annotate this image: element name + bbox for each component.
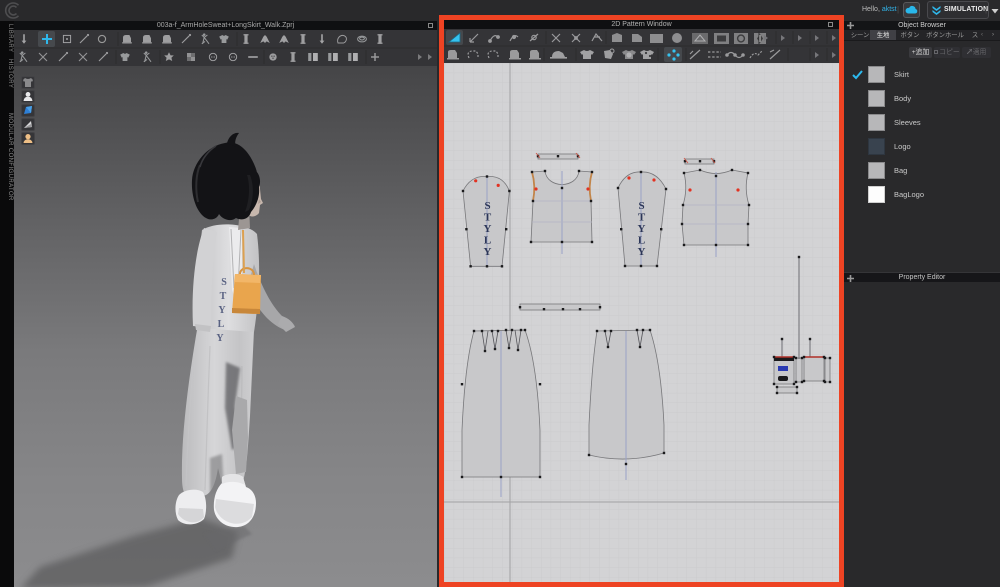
svg-text:Y: Y (216, 333, 224, 344)
svg-text:Y: Y (638, 246, 646, 258)
svg-text:T: T (484, 212, 492, 224)
svg-text:T: T (638, 212, 646, 224)
svg-text:S: S (221, 277, 227, 288)
svg-text:Y: Y (484, 223, 492, 235)
svg-text:Y: Y (638, 223, 646, 235)
svg-text:L: L (638, 235, 645, 247)
svg-text:S: S (638, 200, 644, 212)
svg-text:S: S (484, 200, 490, 212)
svg-text:Y: Y (218, 305, 226, 316)
svg-text:T: T (220, 291, 227, 302)
svg-text:Y: Y (484, 246, 492, 258)
svg-text:L: L (218, 319, 225, 330)
svg-text:L: L (484, 235, 491, 247)
